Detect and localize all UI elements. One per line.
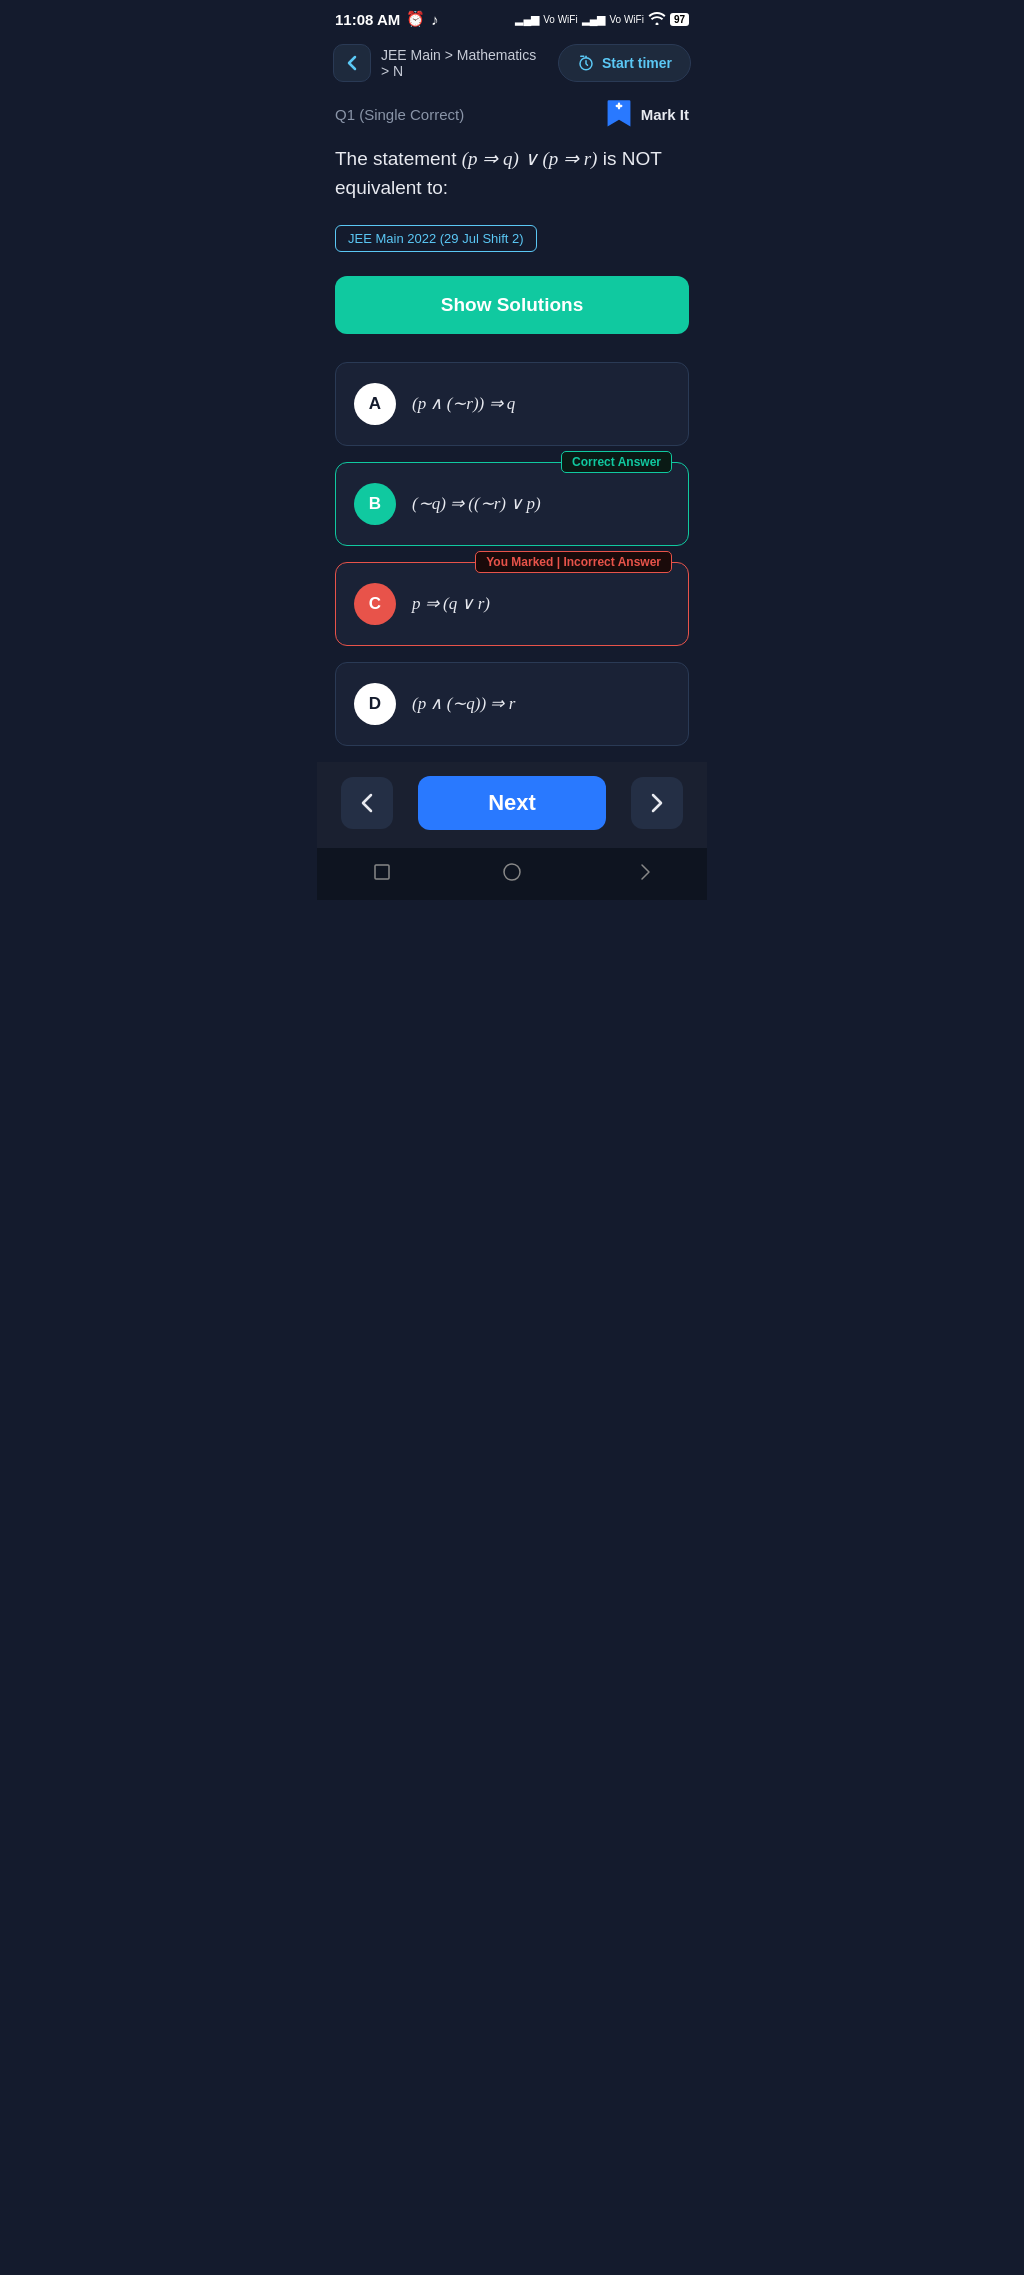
show-solutions-button[interactable]: Show Solutions bbox=[335, 276, 689, 334]
svg-point-0 bbox=[655, 23, 658, 26]
option-d-circle: D bbox=[354, 683, 396, 725]
breadcrumb: JEE Main > Mathematics > N bbox=[381, 47, 548, 79]
options-list: A (p ∧ (∼r)) ⇒ q Correct Answer B (∼q) ⇒… bbox=[335, 362, 689, 746]
option-c-circle: C bbox=[354, 583, 396, 625]
android-back-icon[interactable] bbox=[368, 858, 396, 886]
time-display: 11:08 AM bbox=[335, 11, 400, 28]
svg-rect-3 bbox=[617, 103, 619, 110]
forward-button[interactable] bbox=[631, 777, 683, 829]
next-label: Next bbox=[488, 790, 536, 815]
incorrect-answer-badge: You Marked | Incorrect Answer bbox=[475, 551, 672, 573]
option-a-circle: A bbox=[354, 383, 396, 425]
clock-icon: ⏰ bbox=[406, 10, 425, 28]
status-time: 11:08 AM ⏰ ♪ bbox=[335, 10, 439, 28]
mark-it-label: Mark It bbox=[641, 106, 689, 123]
battery-level: 97 bbox=[670, 13, 689, 26]
wifi-icon bbox=[648, 11, 666, 27]
android-recents-icon[interactable] bbox=[628, 858, 656, 886]
correct-answer-badge: Correct Answer bbox=[561, 451, 672, 473]
show-solutions-label: Show Solutions bbox=[441, 294, 584, 315]
android-home-icon[interactable] bbox=[498, 858, 526, 886]
content-area: Q1 (Single Correct) Mark It The statemen… bbox=[317, 94, 707, 746]
signal-icon: ▂▄▆ bbox=[515, 13, 539, 26]
header-left: JEE Main > Mathematics > N bbox=[333, 44, 548, 82]
next-button[interactable]: Next bbox=[418, 776, 606, 830]
exam-tag: JEE Main 2022 (29 Jul Shift 2) bbox=[335, 225, 537, 252]
option-d-text: (p ∧ (∼q)) ⇒ r bbox=[412, 692, 515, 716]
svg-rect-4 bbox=[375, 865, 389, 879]
header: JEE Main > Mathematics > N Start timer bbox=[317, 34, 707, 94]
option-c[interactable]: You Marked | Incorrect Answer C p ⇒ (q ∨… bbox=[335, 562, 689, 646]
mark-it-button[interactable]: Mark It bbox=[605, 98, 689, 130]
question-label: Q1 (Single Correct) bbox=[335, 106, 464, 123]
android-nav-bar bbox=[317, 848, 707, 900]
back-button[interactable] bbox=[333, 44, 371, 82]
timer-label: Start timer bbox=[602, 55, 672, 71]
wifi-label-2: Vo WiFi bbox=[609, 14, 643, 25]
option-a[interactable]: A (p ∧ (∼r)) ⇒ q bbox=[335, 362, 689, 446]
prev-button[interactable] bbox=[341, 777, 393, 829]
signal-icon-2: ▂▄▆ bbox=[582, 13, 606, 26]
option-c-text: p ⇒ (q ∨ r) bbox=[412, 592, 490, 616]
option-a-text: (p ∧ (∼r)) ⇒ q bbox=[412, 392, 515, 416]
status-icons: ▂▄▆ Vo WiFi ▂▄▆ Vo WiFi 97 bbox=[515, 11, 689, 27]
option-b-circle: B bbox=[354, 483, 396, 525]
bottom-nav: Next bbox=[317, 762, 707, 848]
wifi-label-1: Vo WiFi bbox=[543, 14, 577, 25]
status-bar: 11:08 AM ⏰ ♪ ▂▄▆ Vo WiFi ▂▄▆ Vo WiFi 97 bbox=[317, 0, 707, 34]
question-text: The statement (p ⇒ q) ∨ (p ⇒ r) is NOT e… bbox=[335, 144, 689, 203]
start-timer-button[interactable]: Start timer bbox=[558, 44, 691, 82]
svg-point-5 bbox=[504, 864, 520, 880]
option-b[interactable]: Correct Answer B (∼q) ⇒ ((∼r) ∨ p) bbox=[335, 462, 689, 546]
option-d[interactable]: D (p ∧ (∼q)) ⇒ r bbox=[335, 662, 689, 746]
music-icon: ♪ bbox=[431, 11, 439, 28]
question-header: Q1 (Single Correct) Mark It bbox=[335, 98, 689, 130]
option-b-text: (∼q) ⇒ ((∼r) ∨ p) bbox=[412, 492, 541, 516]
